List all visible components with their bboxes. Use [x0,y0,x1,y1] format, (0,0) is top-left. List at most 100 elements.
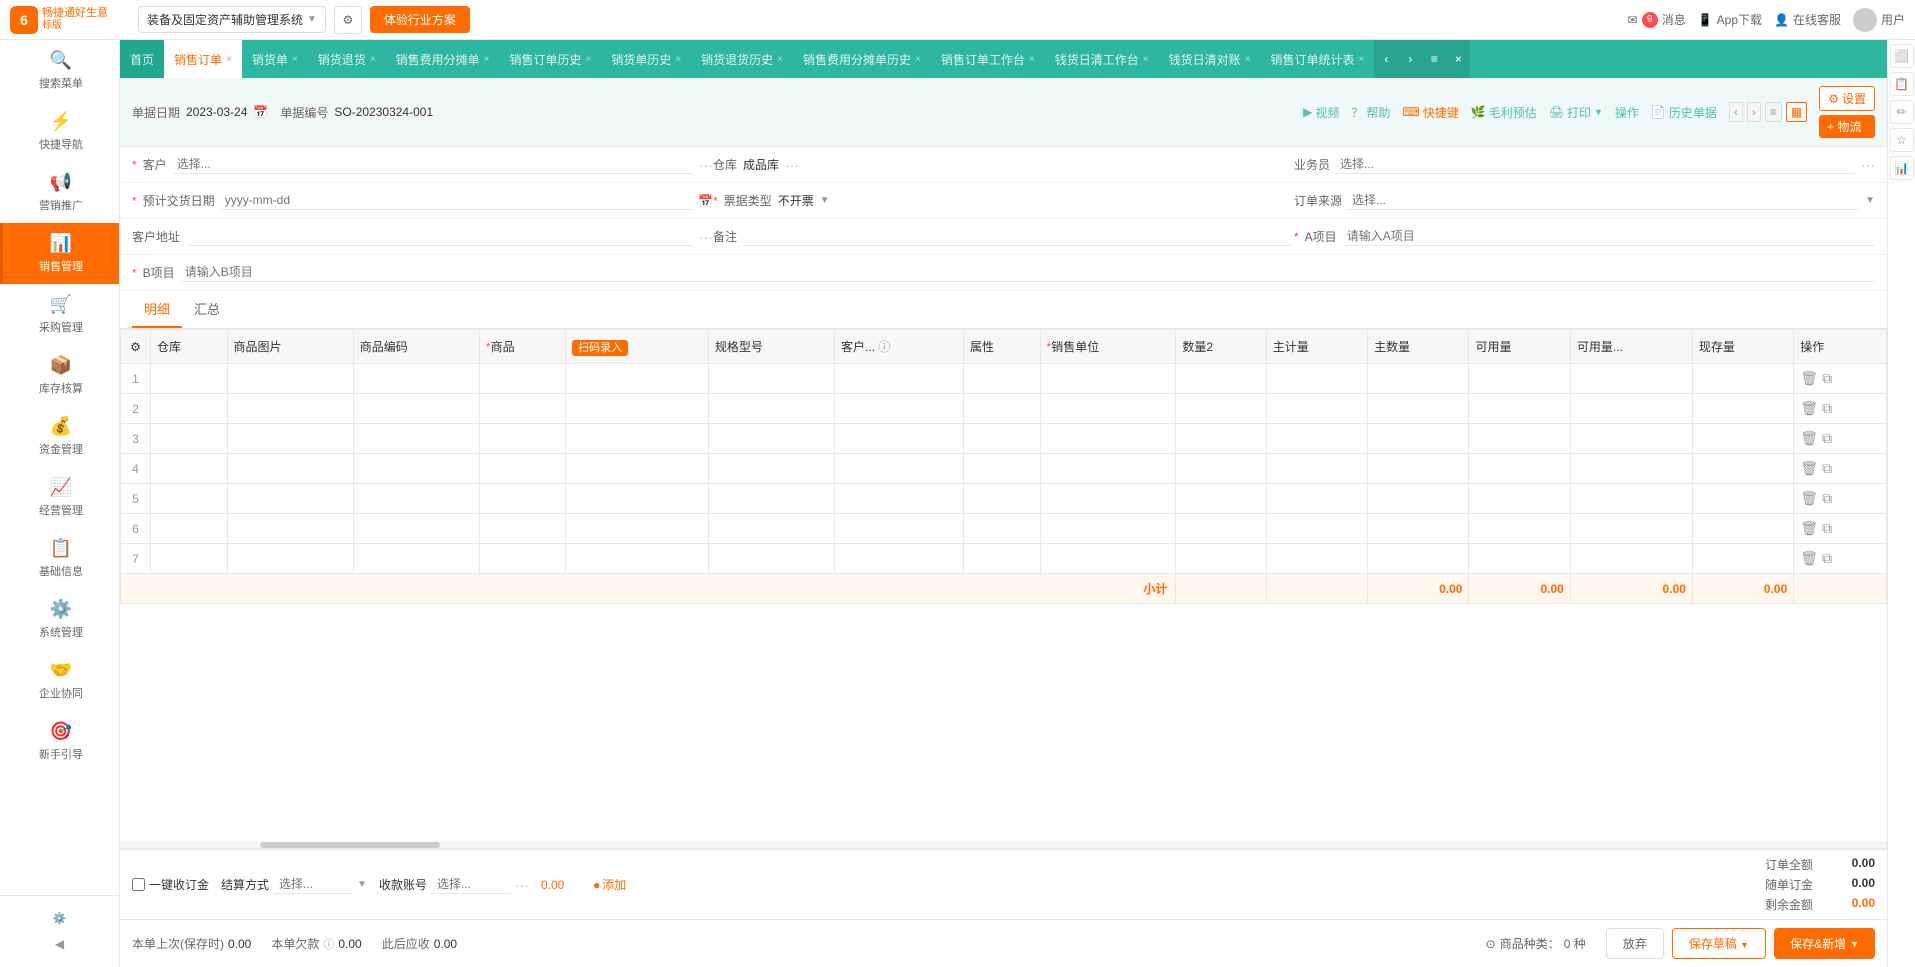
tab-cash-workbench[interactable]: 钱货日清工作台 × [1045,40,1159,78]
tab-sales-order[interactable]: 销售订单 × [164,40,242,78]
close-icon[interactable]: × [1245,54,1251,65]
col-qty2[interactable]: 数量2 [1176,330,1266,364]
tab-next-btn[interactable]: › [1398,40,1422,78]
settlement-arrow-icon[interactable]: ▼ [357,879,367,890]
profit-btn[interactable]: 🌿 毛利预估 [1471,104,1537,121]
tab-order-stats[interactable]: 销售订单统计表 × [1260,40,1374,78]
sidebar-item-finance[interactable]: 💰 资金管理 [0,406,119,467]
help-btn[interactable]: ？ 帮助 [1351,104,1390,121]
tab-home[interactable]: 首页 [120,40,164,78]
sidebar-collapse-btn[interactable]: ◀ [0,931,119,957]
one-click-checkbox[interactable]: 一键收订金 [132,876,209,893]
tab-menu-btn[interactable]: ≡ [1422,40,1446,78]
col-available[interactable]: 可用量 [1469,330,1570,364]
salesperson-input[interactable] [1336,155,1855,174]
sidebar-item-marketing[interactable]: 📢 营销推广 [0,162,119,223]
tab-cash-reconcile[interactable]: 钱货日清对账 × [1159,40,1261,78]
tab-sales-return[interactable]: 销货退货 × [308,40,386,78]
save-new-button[interactable]: 保存&新增 ▼ [1774,928,1875,959]
draft-arrow-icon[interactable]: ▼ [1740,940,1749,950]
tab-return-history[interactable]: 销货退货历史 × [691,40,793,78]
delete-icon[interactable]: 🗑 [1800,490,1818,507]
add-logistics-btn[interactable]: + 物流 [1819,115,1875,138]
col-attr[interactable]: 属性 [964,330,1041,364]
user-btn[interactable]: 用户 [1853,8,1905,32]
right-panel-btn-1[interactable]: ⬜ [1890,44,1914,68]
list-view-icon[interactable]: ≡ [1765,102,1782,122]
copy-icon[interactable]: ⧉ [1822,370,1832,387]
col-warehouse[interactable]: 仓库 [151,330,228,364]
sidebar-item-newbie[interactable]: 🎯 新手引导 [0,711,119,772]
copy-icon[interactable]: ⧉ [1822,490,1832,507]
settings-panel-btn[interactable]: ⚙ 设置 [1819,86,1875,111]
delete-icon[interactable]: 🗑 [1800,370,1818,387]
sidebar-settings-btn[interactable]: ⚙️ [0,906,119,931]
sidebar-item-inventory[interactable]: 📦 库存核算 [0,345,119,406]
scroll-thumb[interactable] [260,842,440,848]
right-panel-btn-3[interactable]: ✏ [1890,100,1914,124]
a-project-input[interactable] [1343,227,1875,246]
col-goods[interactable]: *商品 [479,330,565,364]
nav-next-icon[interactable]: › [1747,102,1761,122]
operate-btn[interactable]: 操作 [1615,104,1639,121]
col-spec[interactable]: 规格型号 [708,330,834,364]
copy-icon[interactable]: ⧉ [1822,550,1832,567]
tab-detail[interactable]: 明细 [132,291,182,328]
close-icon[interactable]: × [777,54,783,65]
view-btn[interactable]: ▶ 视频 [1303,104,1339,121]
copy-icon[interactable]: ⧉ [1822,520,1832,537]
calendar-icon[interactable]: 📅 [253,105,268,119]
copy-icon[interactable]: ⧉ [1822,430,1832,447]
delete-icon[interactable]: 🗑 [1800,400,1818,417]
system-selector[interactable]: 装备及固定资产辅助管理系统 ▼ [138,6,326,33]
close-icon[interactable]: × [484,54,490,65]
online-service-btn[interactable]: 👤 在线客服 [1774,11,1841,28]
col-current[interactable]: 现存量 [1692,330,1793,364]
close-icon[interactable]: × [1358,54,1364,65]
invoice-arrow-icon[interactable]: ▼ [820,195,830,206]
close-icon[interactable]: × [915,54,921,65]
customer-addr-input[interactable] [186,227,693,246]
order-source-input[interactable] [1348,191,1859,210]
delete-icon[interactable]: 🗑 [1800,460,1818,477]
col-settings[interactable]: ⚙ [121,330,151,364]
sidebar-item-basic[interactable]: 📋 基础信息 [0,528,119,589]
delete-icon[interactable]: 🗑 [1800,550,1818,567]
settlement-input[interactable] [273,875,353,894]
col-code[interactable]: 商品编码 [353,330,479,364]
settings-icon[interactable]: ⚙ [334,6,362,34]
grid-view-icon[interactable]: ▦ [1786,102,1807,122]
right-panel-btn-2[interactable]: 📋 [1890,72,1914,96]
sidebar-item-quick-nav[interactable]: ⚡ 快捷导航 [0,101,119,162]
right-panel-btn-5[interactable]: 📊 [1890,156,1914,180]
message-btn[interactable]: ✉ 9 消息 [1628,11,1686,28]
shortcut-btn[interactable]: ⌨ 快捷键 [1402,104,1458,121]
expected-date-input[interactable] [221,191,692,210]
tab-expense-history[interactable]: 销售费用分摊单历史 × [793,40,931,78]
delete-icon[interactable]: 🗑 [1800,520,1818,537]
copy-icon[interactable]: ⧉ [1822,460,1832,477]
right-panel-btn-4[interactable]: ☆ [1890,128,1914,152]
sidebar-item-purchase[interactable]: 🛒 采购管理 [0,284,119,345]
tab-prev-btn[interactable]: ‹ [1374,40,1398,78]
close-icon[interactable]: × [585,54,591,65]
b-project-input[interactable] [181,263,1875,282]
history-btn[interactable]: 📄 历史单据 [1651,104,1717,121]
one-click-input[interactable] [132,878,145,891]
close-icon[interactable]: × [1143,54,1149,65]
customer-dots-icon[interactable]: ··· [699,157,713,173]
calendar2-icon[interactable]: 📅 [698,194,713,208]
close-icon[interactable]: × [292,54,298,65]
close-icon[interactable]: × [226,54,232,65]
warehouse-dots-icon[interactable]: ··· [785,157,799,173]
scan-button[interactable]: 扫码录入 [572,340,628,356]
account-dots-icon[interactable]: ··· [515,877,529,893]
delete-icon[interactable]: 🗑 [1800,430,1818,447]
salesperson-dots-icon[interactable]: ··· [1861,157,1875,173]
save-arrow-icon[interactable]: ▼ [1850,939,1859,949]
sidebar-item-operation[interactable]: 📈 经营管理 [0,467,119,528]
tab-summary[interactable]: 汇总 [182,291,232,328]
add-record-btn[interactable]: ● 添加 [593,876,626,893]
discard-button[interactable]: 放弃 [1606,928,1664,959]
close-icon[interactable]: × [370,54,376,65]
